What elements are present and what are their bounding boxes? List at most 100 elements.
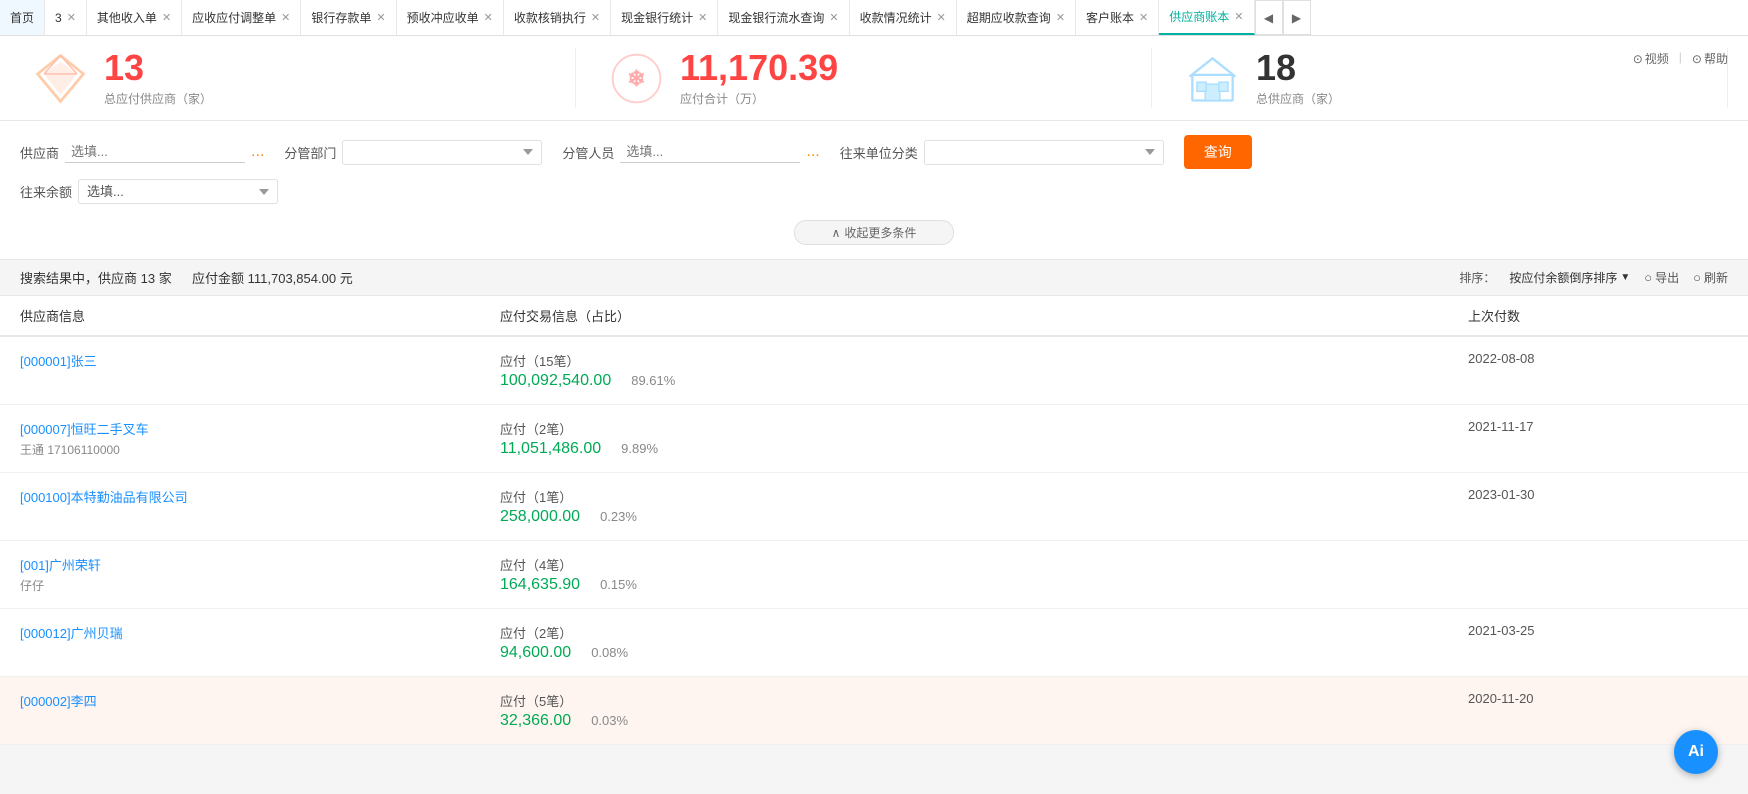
nav-home[interactable]: 首页 xyxy=(0,0,45,35)
sort-select[interactable]: 按应付余额倒序排序 ▼ xyxy=(1509,269,1630,286)
trans-pct: 89.61% xyxy=(631,373,675,388)
help-link[interactable]: ⊙帮助 xyxy=(1692,50,1728,67)
trans-amount: 32,366.00 xyxy=(500,712,571,730)
table-row[interactable]: [000007]恒旺二手叉车 王通 17106110000 应付（2笔） 11,… xyxy=(0,405,1748,473)
trans-label: 应付（2笔） xyxy=(500,419,1468,438)
result-prefix: 搜索结果中，供应商 xyxy=(20,271,137,286)
refresh-button[interactable]: ○ 刷新 xyxy=(1693,269,1728,286)
transaction-col: 应付（4笔） 164,635.90 0.15% xyxy=(500,555,1468,594)
close-icon[interactable]: ✕ xyxy=(698,11,707,24)
supplier-link[interactable]: [000100]本特勤油品有限公司 xyxy=(20,490,188,505)
filter-area: 供应商 ... 分管部门 分管人员 ... 往来单位分类 查询 往来余额 选填 xyxy=(0,121,1748,260)
lastpay-col: 2023-01-30 xyxy=(1468,487,1728,502)
collapse-button[interactable]: ∧ 收起更多条件 xyxy=(794,220,954,245)
person-filter-dots[interactable]: ... xyxy=(806,143,819,161)
nav-other-income[interactable]: 其他收入单 ✕ xyxy=(87,0,182,35)
result-amount: 111,703,854.00 xyxy=(248,271,336,286)
nav-bank-deposit-label: 银行存款单 xyxy=(311,9,371,26)
supplier-info-col: [000001]张三 xyxy=(20,351,500,370)
trans-amount: 94,600.00 xyxy=(500,644,571,662)
nav-overdue-query-label: 超期应收款查询 xyxy=(967,9,1051,26)
ai-button[interactable]: Ai xyxy=(1674,730,1718,774)
lastpay-col: 2020-11-20 xyxy=(1468,691,1728,706)
table-row[interactable]: [000012]广州贝瑞 应付（2笔） 94,600.00 0.08% 2021… xyxy=(0,609,1748,677)
result-info: 搜索结果中，供应商 13 家 应付金额 111,703,854.00 元 xyxy=(20,268,353,287)
trans-amount: 164,635.90 xyxy=(500,576,580,594)
result-actions: 排序： 按应付余额倒序排序 ▼ ○ 导出 ○ 刷新 xyxy=(1459,269,1728,286)
trans-pct: 0.03% xyxy=(591,713,628,728)
trans-amount: 258,000.00 xyxy=(500,508,580,526)
stat-total-ap-suppliers: 13 总应付供应商（家） xyxy=(20,48,576,108)
filter-supplier: 供应商 ... xyxy=(20,141,264,163)
balance-filter-select[interactable]: 选填... xyxy=(78,179,278,204)
close-icon[interactable]: ✕ xyxy=(937,11,946,24)
close-icon[interactable]: ✕ xyxy=(162,11,171,24)
nav-cash-bank-stat[interactable]: 现金银行统计 ✕ xyxy=(611,0,718,35)
close-icon[interactable]: ✕ xyxy=(484,11,493,24)
query-button[interactable]: 查询 xyxy=(1184,135,1252,169)
category-filter-select[interactable] xyxy=(924,140,1164,165)
close-icon[interactable]: ✕ xyxy=(281,11,290,24)
filter-category: 往来单位分类 xyxy=(840,140,1164,165)
transaction-col: 应付（5笔） 32,366.00 0.03% xyxy=(500,691,1468,730)
close-icon[interactable]: ✕ xyxy=(1139,11,1148,24)
supplier-info-col: [001]广州荣轩 仔仔 xyxy=(20,555,500,594)
close-icon[interactable]: ✕ xyxy=(67,11,76,24)
supplier-link[interactable]: [000012]广州贝瑞 xyxy=(20,626,123,641)
table-header: 供应商信息 应付交易信息（占比） 上次付数 xyxy=(0,296,1748,337)
transaction-col: 应付（2笔） 94,600.00 0.08% xyxy=(500,623,1468,662)
th-lastpay: 上次付数 xyxy=(1468,306,1728,325)
table-row[interactable]: [001]广州荣轩 仔仔 应付（4笔） 164,635.90 0.15% xyxy=(0,541,1748,609)
data-table: 供应商信息 应付交易信息（占比） 上次付数 [000001]张三 应付（15笔）… xyxy=(0,296,1748,745)
close-icon[interactable]: ✕ xyxy=(1056,11,1065,24)
balance-filter-label: 往来余额 xyxy=(20,182,72,201)
nav-prev-button[interactable]: ◀ xyxy=(1255,0,1283,35)
supplier-filter-dots[interactable]: ... xyxy=(251,143,264,161)
export-button[interactable]: ○ 导出 xyxy=(1644,269,1679,286)
supplier-link[interactable]: [000002]李四 xyxy=(20,694,97,709)
video-link[interactable]: ⊙视频 xyxy=(1633,50,1669,67)
nav-receipt-stat[interactable]: 收款情况统计 ✕ xyxy=(850,0,957,35)
person-filter-input[interactable] xyxy=(620,141,800,163)
supplier-filter-input[interactable] xyxy=(65,141,245,163)
top-right-links: ⊙视频 | ⊙帮助 xyxy=(1633,50,1728,67)
person-filter-label: 分管人员 xyxy=(562,143,614,162)
nav-bank-deposit[interactable]: 银行存款单 ✕ xyxy=(301,0,396,35)
lastpay-col: 2022-08-08 xyxy=(1468,351,1728,366)
sort-value-text: 按应付余额倒序排序 xyxy=(1509,269,1617,286)
close-icon[interactable]: ✕ xyxy=(376,11,385,24)
nav-next-button[interactable]: ▶ xyxy=(1283,0,1311,35)
nav-ar-ap-adjust[interactable]: 应收应付调整单 ✕ xyxy=(182,0,301,35)
trans-label: 应付（2笔） xyxy=(500,623,1468,642)
result-count: 13 xyxy=(141,271,155,286)
filter-balance: 往来余额 选填... xyxy=(20,179,278,204)
nav-tab3[interactable]: 3 ✕ xyxy=(45,0,87,35)
dept-filter-select[interactable] xyxy=(342,140,542,165)
table-row[interactable]: [000002]李四 应付（5笔） 32,366.00 0.03% 2020-1… xyxy=(0,677,1748,745)
category-filter-label: 往来单位分类 xyxy=(840,143,918,162)
nav-customer-ledger-label: 客户账本 xyxy=(1086,9,1134,26)
close-icon[interactable]: ✕ xyxy=(591,11,600,24)
supplier-link[interactable]: [001]广州荣轩 xyxy=(20,558,101,573)
nav-overdue-query[interactable]: 超期应收款查询 ✕ xyxy=(957,0,1076,35)
nav-receipt-exec[interactable]: 收款核销执行 ✕ xyxy=(504,0,611,35)
supplier-link[interactable]: [000007]恒旺二手叉车 xyxy=(20,422,149,437)
nav-receipt-exec-label: 收款核销执行 xyxy=(514,9,586,26)
supplier-sub: 王通 17106110000 xyxy=(20,441,500,458)
lastpay-col: 2021-03-25 xyxy=(1468,623,1728,638)
trans-label: 应付（15笔） xyxy=(500,351,1468,370)
nav-supplier-ledger[interactable]: 供应商账本 ✕ xyxy=(1159,0,1254,35)
nav-cash-bank-stat-label: 现金银行统计 xyxy=(621,9,693,26)
supplier-link[interactable]: [000001]张三 xyxy=(20,354,97,369)
close-icon[interactable]: ✕ xyxy=(1234,10,1243,23)
close-icon[interactable]: ✕ xyxy=(829,11,838,24)
stat-suppliers-label: 总供应商（家） xyxy=(1256,90,1340,107)
nav-cash-flow-query[interactable]: 现金银行流水查询 ✕ xyxy=(718,0,849,35)
nav-customer-ledger[interactable]: 客户账本 ✕ xyxy=(1076,0,1159,35)
transaction-col: 应付（2笔） 11,051,486.00 9.89% xyxy=(500,419,1468,458)
refresh-label: 刷新 xyxy=(1704,269,1728,286)
sort-arrow-icon: ▼ xyxy=(1620,272,1630,283)
nav-prepay-ar[interactable]: 预收冲应收单 ✕ xyxy=(397,0,504,35)
table-row[interactable]: [000100]本特勤油品有限公司 应付（1笔） 258,000.00 0.23… xyxy=(0,473,1748,541)
table-row[interactable]: [000001]张三 应付（15笔） 100,092,540.00 89.61%… xyxy=(0,337,1748,405)
